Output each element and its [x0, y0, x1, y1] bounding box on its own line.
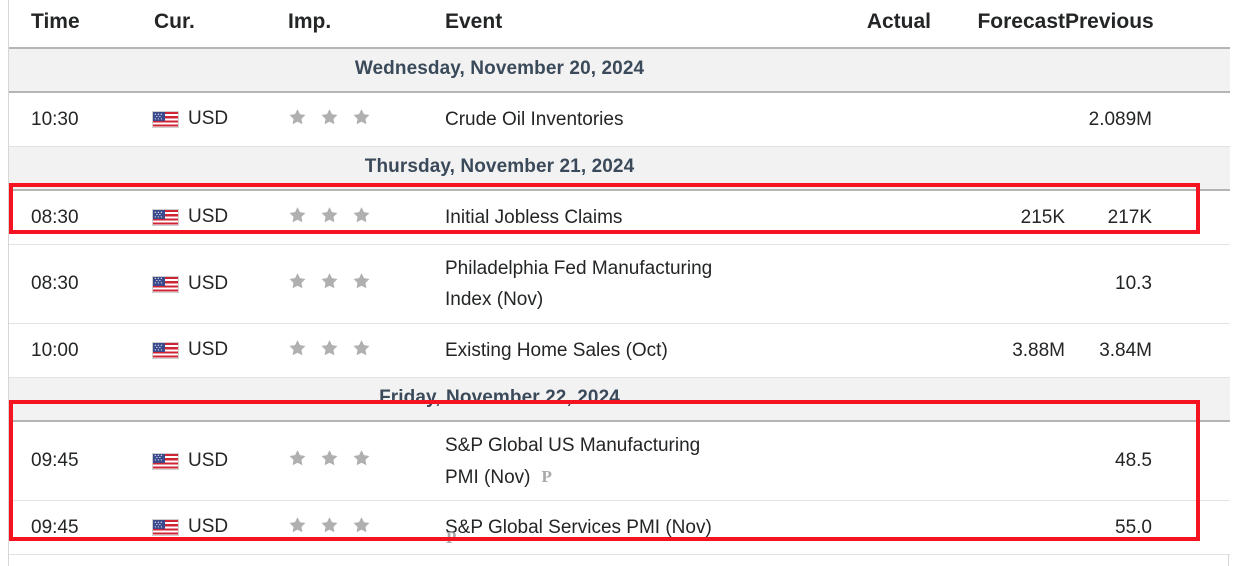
event-name: S&P Global US Manufacturing: [445, 434, 701, 456]
table-row[interactable]: 10:00 USD Existing Home Sales (Oct) 3.88M 3.…: [9, 323, 1230, 378]
table-header: Time Cur. Imp. Event Actual Forecast Pre…: [9, 0, 1230, 49]
cell-previous: 55.0: [1065, 500, 1230, 555]
day-header-cell: Thursday, November 21, 2024: [9, 146, 1230, 191]
us-flag-icon: [152, 209, 179, 226]
currency-code: USD: [188, 206, 229, 227]
cell-importance[interactable]: [275, 92, 437, 147]
cell-event[interactable]: Initial Jobless Claims: [437, 190, 787, 245]
table-body: Wednesday, November 20, 2024 10:30 USD Crud…: [9, 47, 1230, 555]
table-row[interactable]: 09:45 USD S&P Global Services PMI (Nov) 55.…: [9, 500, 1230, 555]
cell-importance[interactable]: [275, 244, 437, 324]
cell-forecast: 215K: [933, 190, 1065, 245]
cell-forecast: [933, 421, 1065, 501]
currency-code: USD: [188, 272, 229, 294]
cell-importance[interactable]: [275, 190, 437, 245]
day-header-cell: Wednesday, November 20, 2024: [9, 47, 1230, 93]
currency-code: USD: [188, 516, 229, 537]
currency-code: USD: [188, 449, 229, 471]
cell-time: 09:45: [9, 421, 141, 501]
cell-currency: USD: [141, 92, 275, 147]
event-name: Philadelphia Fed Manufacturing: [445, 258, 713, 279]
cell-event[interactable]: Philadelphia Fed Manufacturing Index (Nov…: [437, 244, 787, 324]
table-row[interactable]: 10:30 USD Crude Oil Inventories 2.089M: [9, 92, 1230, 147]
preliminary-marker-icon: P: [446, 528, 457, 547]
cell-importance[interactable]: [275, 421, 437, 501]
day-header-row: Thursday, November 21, 2024: [9, 146, 1230, 191]
importance-stars-icon[interactable]: [287, 338, 372, 358]
cell-currency: USD: [141, 421, 275, 501]
cell-actual: [787, 190, 933, 245]
cell-previous: 10.3: [1065, 244, 1230, 324]
cell-previous: 48.5: [1065, 421, 1230, 501]
cell-forecast: [933, 92, 1065, 147]
column-header-forecast[interactable]: Forecast: [933, 0, 1065, 49]
cell-actual: [787, 323, 933, 378]
event-name: S&P Global Services PMI (Nov): [445, 517, 712, 538]
cell-time: 09:45: [9, 500, 141, 555]
column-header-currency[interactable]: Cur.: [141, 0, 275, 49]
event-name-line2: Index (Nov): [445, 289, 544, 310]
table-row[interactable]: 09:45 USD S&P Global US Manufacturing PMI (…: [9, 421, 1230, 501]
us-flag-icon: [152, 452, 179, 470]
economic-calendar-table: Time Cur. Imp. Event Actual Forecast Pre…: [9, 0, 1230, 555]
cell-actual: [787, 244, 933, 324]
cell-currency: USD: [141, 500, 275, 555]
economic-calendar: Time Cur. Imp. Event Actual Forecast Pre…: [8, 0, 1230, 566]
cell-time: 08:30: [9, 244, 141, 324]
event-name: Existing Home Sales (Oct): [445, 340, 668, 361]
cell-forecast: [933, 244, 1065, 324]
cell-currency: USD: [141, 244, 275, 324]
column-header-previous[interactable]: Previous: [1065, 0, 1230, 49]
column-header-time[interactable]: Time: [9, 0, 141, 49]
cell-currency: USD: [141, 190, 275, 245]
event-name: Crude Oil Inventories: [445, 109, 624, 130]
cell-importance[interactable]: [275, 323, 437, 378]
cell-currency: USD: [141, 323, 275, 378]
cell-event[interactable]: Existing Home Sales (Oct): [437, 323, 787, 378]
cell-previous: 3.84M: [1065, 323, 1230, 378]
cell-actual: [787, 421, 933, 501]
day-header-cell: Friday, November 22, 2024: [9, 377, 1230, 422]
importance-stars-icon[interactable]: [287, 107, 372, 127]
cell-forecast: [933, 500, 1065, 555]
column-header-actual[interactable]: Actual: [787, 0, 933, 49]
cell-forecast: 3.88M: [933, 323, 1065, 378]
cell-actual: [787, 500, 933, 555]
column-header-importance[interactable]: Imp.: [275, 0, 437, 49]
cell-importance[interactable]: [275, 500, 437, 555]
day-header-label: Wednesday, November 20, 2024: [354, 58, 645, 79]
day-header-row: Wednesday, November 20, 2024: [9, 47, 1230, 93]
cell-previous: 217K: [1065, 190, 1230, 245]
header-row: Time Cur. Imp. Event Actual Forecast Pre…: [9, 0, 1230, 49]
cell-time: 08:30: [9, 190, 141, 245]
cell-time: 10:30: [9, 92, 141, 147]
cell-actual: [787, 92, 933, 147]
cell-previous: 2.089M: [1065, 92, 1230, 147]
us-flag-icon: [152, 519, 179, 536]
cell-time: 10:00: [9, 323, 141, 378]
table-row[interactable]: 08:30 USD Philadelphia Fed Manufacturing In…: [9, 244, 1230, 324]
importance-stars-icon[interactable]: [287, 271, 372, 291]
preliminary-marker-icon: P: [541, 466, 552, 486]
cell-event[interactable]: Crude Oil Inventories: [437, 92, 787, 147]
event-name-line2: PMI (Nov): [445, 466, 531, 488]
column-header-event[interactable]: Event: [437, 0, 787, 49]
importance-stars-icon[interactable]: [287, 205, 372, 225]
day-header-row: Friday, November 22, 2024: [9, 377, 1230, 422]
cell-event[interactable]: S&P Global US Manufacturing PMI (Nov) P: [437, 421, 787, 501]
table-row[interactable]: 08:30 USD Initial Jobless Claims 215K 217K: [9, 190, 1230, 245]
cell-event[interactable]: S&P Global Services PMI (Nov): [437, 500, 787, 555]
importance-stars-icon[interactable]: [287, 448, 372, 468]
event-name: Initial Jobless Claims: [445, 207, 623, 228]
currency-code: USD: [188, 108, 229, 129]
day-header-label: Friday, November 22, 2024: [379, 387, 620, 408]
day-header-label: Thursday, November 21, 2024: [364, 156, 635, 177]
currency-code: USD: [188, 339, 229, 360]
us-flag-icon: [152, 342, 179, 359]
us-flag-icon: [152, 111, 179, 128]
importance-stars-icon[interactable]: [287, 515, 372, 535]
us-flag-icon: [152, 275, 179, 293]
